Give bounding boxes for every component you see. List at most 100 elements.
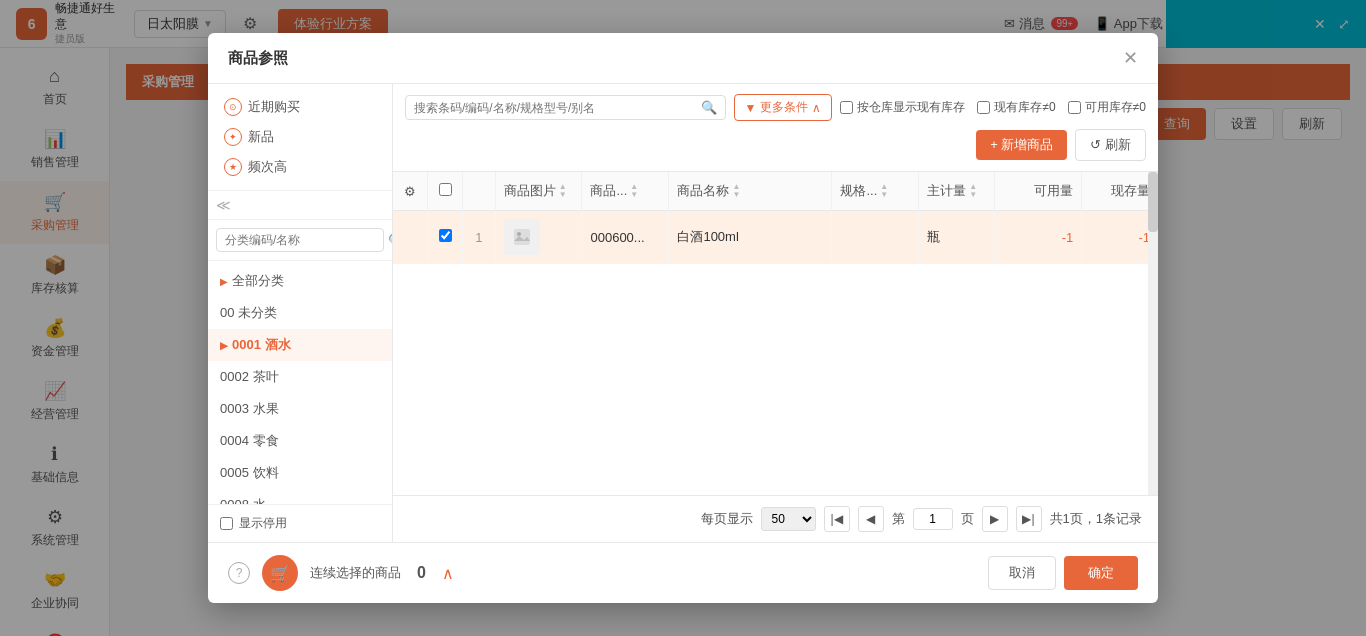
sort-code-icon[interactable]: ▲▼ bbox=[630, 183, 638, 199]
select-all-checkbox[interactable] bbox=[439, 183, 452, 196]
filter-options: 按仓库显示现有库存 现有库存≠0 可用库存≠0 bbox=[840, 99, 1146, 116]
category-tea[interactable]: 0002 茶叶 bbox=[208, 361, 392, 393]
category-search-input[interactable] bbox=[216, 228, 384, 252]
last-page-button[interactable]: ▶| bbox=[1016, 506, 1042, 532]
category-unclassified[interactable]: 00 未分类 bbox=[208, 297, 392, 329]
th-spec: 规格... ▲▼ bbox=[832, 172, 919, 211]
selected-count: 0 bbox=[417, 564, 426, 582]
stock-nonzero-checkbox[interactable] bbox=[977, 101, 990, 114]
search-icon[interactable]: 🔍 bbox=[701, 100, 717, 115]
cancel-button[interactable]: 取消 bbox=[988, 556, 1056, 590]
pagination-area: 每页显示 50 100 |◀ ◀ 第 页 ▶ ▶| 共1页，1条记录 bbox=[393, 495, 1158, 542]
row-checkbox[interactable] bbox=[439, 229, 452, 242]
next-page-button[interactable]: ▶ bbox=[982, 506, 1008, 532]
modal-body: ⊙ 近期购买 ✦ 新品 ★ 频次高 ≪ bbox=[208, 84, 1158, 542]
show-disabled-area: 显示停用 bbox=[208, 504, 392, 542]
toolbar-actions: + 新增商品 ↺ 刷新 bbox=[976, 129, 1146, 161]
th-image: 商品图片 ▲▼ bbox=[495, 172, 582, 211]
filter-available-not-zero[interactable]: 可用库存≠0 bbox=[1068, 99, 1146, 116]
product-reference-modal: 商品参照 ✕ ⊙ 近期购买 ✦ 新品 ★ bbox=[208, 33, 1158, 603]
new-product-icon: ✦ bbox=[224, 128, 242, 146]
product-table: ⚙ 商品图片 ▲▼ bbox=[393, 172, 1158, 264]
th-available: 可用量 bbox=[995, 172, 1082, 211]
th-stock: 现存量 bbox=[1082, 172, 1158, 211]
sort-spec-icon[interactable]: ▲▼ bbox=[880, 183, 888, 199]
th-settings[interactable]: ⚙ bbox=[393, 172, 428, 211]
filter-stock-not-zero[interactable]: 现有库存≠0 bbox=[977, 99, 1055, 116]
filter-icon: ▼ bbox=[745, 101, 757, 115]
category-all[interactable]: ▶ 全部分类 bbox=[208, 265, 392, 297]
active-arrow-icon: ▶ bbox=[220, 340, 228, 351]
product-table-wrapper: ⚙ 商品图片 ▲▼ bbox=[393, 172, 1158, 495]
table-header-row: ⚙ 商品图片 ▲▼ bbox=[393, 172, 1158, 211]
category-list: ▶ 全部分类 00 未分类 ▶ 0001 酒水 0002 茶叶 0003 水果 bbox=[208, 261, 392, 504]
more-filters-button[interactable]: ▼ 更多条件 ∧ bbox=[734, 94, 833, 121]
sort-name-icon[interactable]: ▲▼ bbox=[732, 183, 740, 199]
total-pages-info: 共1页，1条记录 bbox=[1050, 510, 1142, 528]
category-panel: ⊙ 近期购买 ✦ 新品 ★ 频次高 ≪ bbox=[208, 84, 393, 542]
modal-close-button[interactable]: ✕ bbox=[1123, 47, 1138, 69]
row-spec-cell bbox=[832, 211, 919, 264]
page-size-select[interactable]: 50 100 bbox=[761, 507, 816, 531]
footer-left: ? 🛒 连续选择的商品 0 ∧ bbox=[228, 555, 454, 591]
product-search-bar: 🔍 bbox=[405, 95, 726, 120]
row-available-cell: -1 bbox=[995, 211, 1082, 264]
cart-icon[interactable]: 🛒 bbox=[262, 555, 298, 591]
collapse-icon: ≪ bbox=[216, 197, 231, 213]
modal-title: 商品参照 bbox=[228, 49, 288, 68]
collapse-btn[interactable]: ≪ bbox=[208, 191, 392, 220]
sort-unit-icon[interactable]: ▲▼ bbox=[969, 183, 977, 199]
th-name: 商品名称 ▲▼ bbox=[669, 172, 832, 211]
available-nonzero-checkbox[interactable] bbox=[1068, 101, 1081, 114]
row-image-cell bbox=[495, 211, 582, 264]
row-unit-cell: 瓶 bbox=[919, 211, 995, 264]
arrow-right-icon: ▶ bbox=[220, 276, 228, 287]
table-scrollbar[interactable] bbox=[1148, 172, 1158, 495]
product-panel: 🔍 ▼ 更多条件 ∧ 按仓库显示现有库存 现 bbox=[393, 84, 1158, 542]
show-disabled-label[interactable]: 显示停用 bbox=[239, 515, 287, 532]
category-beverage[interactable]: 0005 饮料 bbox=[208, 457, 392, 489]
collapse-footer-icon[interactable]: ∧ bbox=[442, 564, 454, 583]
category-water[interactable]: 0008 水 bbox=[208, 489, 392, 504]
warehouse-checkbox[interactable] bbox=[840, 101, 853, 114]
row-num-cell: 1 bbox=[463, 211, 496, 264]
svg-rect-0 bbox=[514, 229, 530, 245]
refresh-product-button[interactable]: ↺ 刷新 bbox=[1075, 129, 1146, 161]
show-disabled-checkbox[interactable] bbox=[220, 517, 233, 530]
th-code: 商品... ▲▼ bbox=[582, 172, 669, 211]
modal-footer: ? 🛒 连续选择的商品 0 ∧ 取消 确定 bbox=[208, 542, 1158, 603]
product-toolbar: 🔍 ▼ 更多条件 ∧ 按仓库显示现有库存 现 bbox=[393, 84, 1158, 172]
quick-filters: ⊙ 近期购买 ✦ 新品 ★ 频次高 bbox=[208, 84, 392, 191]
th-checkbox bbox=[428, 172, 463, 211]
scrollbar-thumb bbox=[1148, 172, 1158, 232]
row-stock-cell: -1 bbox=[1082, 211, 1158, 264]
sort-image-icon[interactable]: ▲▼ bbox=[559, 183, 567, 199]
category-fruit[interactable]: 0003 水果 bbox=[208, 393, 392, 425]
first-page-button[interactable]: |◀ bbox=[824, 506, 850, 532]
product-image bbox=[504, 219, 540, 255]
product-search-input[interactable] bbox=[414, 101, 697, 115]
category-search-area: 🔍 bbox=[208, 220, 392, 261]
frequent-icon: ★ bbox=[224, 158, 242, 176]
row-settings-cell bbox=[393, 211, 428, 264]
chevron-up-icon: ∧ bbox=[812, 101, 821, 115]
quick-filter-frequent[interactable]: ★ 频次高 bbox=[216, 152, 384, 182]
quick-filter-recent[interactable]: ⊙ 近期购买 bbox=[216, 92, 384, 122]
modal-header: 商品参照 ✕ bbox=[208, 33, 1158, 84]
category-snack[interactable]: 0004 零食 bbox=[208, 425, 392, 457]
continuous-select-label: 连续选择的商品 bbox=[310, 564, 401, 582]
th-num bbox=[463, 172, 496, 211]
row-name-cell: 白酒100ml bbox=[669, 211, 832, 264]
svg-point-1 bbox=[517, 232, 521, 236]
prev-page-button[interactable]: ◀ bbox=[858, 506, 884, 532]
confirm-button[interactable]: 确定 bbox=[1064, 556, 1138, 590]
quick-filter-new[interactable]: ✦ 新品 bbox=[216, 122, 384, 152]
page-number-input[interactable] bbox=[913, 508, 953, 530]
help-icon[interactable]: ? bbox=[228, 562, 250, 584]
product-table-body: 1 bbox=[393, 211, 1158, 264]
filter-by-warehouse[interactable]: 按仓库显示现有库存 bbox=[840, 99, 965, 116]
add-product-button[interactable]: + 新增商品 bbox=[976, 130, 1067, 160]
table-row[interactable]: 1 bbox=[393, 211, 1158, 264]
category-liquor[interactable]: ▶ 0001 酒水 bbox=[208, 329, 392, 361]
row-code-cell: 000600... bbox=[582, 211, 669, 264]
